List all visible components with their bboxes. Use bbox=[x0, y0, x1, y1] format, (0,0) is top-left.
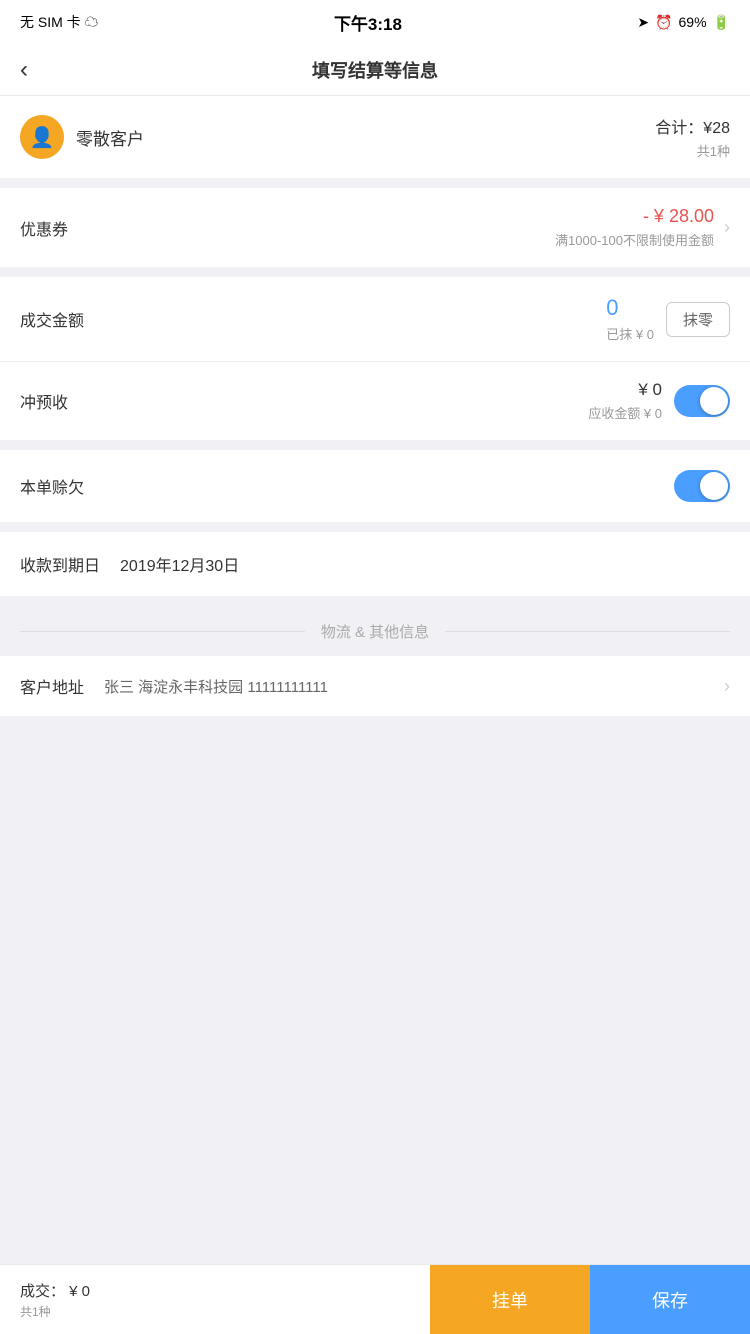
customer-info: 👤 零散客户 bbox=[20, 115, 144, 159]
customer-row: 👤 零散客户 合计：¥28 共1种 bbox=[0, 96, 750, 178]
alarm-icon: ⏰ bbox=[655, 14, 672, 31]
back-button[interactable]: ‹ bbox=[20, 56, 60, 84]
bottom-deal-label: 成交： ¥ 0 bbox=[20, 1280, 410, 1301]
deal-amount-right: 0 已抹 ¥ 0 抹零 bbox=[606, 295, 730, 343]
advance-payment-label: 冲预收 bbox=[20, 389, 68, 413]
status-right: ➤ ⏰ 69% 🔋 bbox=[637, 14, 730, 31]
save-button[interactable]: 保存 bbox=[590, 1265, 750, 1334]
nav-bar: ‹ 填写结算等信息 bbox=[0, 44, 750, 96]
logistics-label: 物流 & 其他信息 bbox=[305, 621, 445, 642]
coupon-row[interactable]: 优惠券 - ¥ 28.00 满1000-100不限制使用金额 › bbox=[0, 188, 750, 267]
advance-amount-block: ¥ 0 应收金额 ¥ 0 bbox=[588, 380, 662, 422]
deal-amount-value: 0 bbox=[606, 295, 654, 321]
hold-button[interactable]: 挂单 bbox=[430, 1265, 590, 1334]
debit-toggle-knob bbox=[700, 472, 728, 500]
address-section[interactable]: 客户地址 张三 海淀永丰科技园 11111111111 › bbox=[0, 656, 750, 716]
coupon-right: - ¥ 28.00 满1000-100不限制使用金额 › bbox=[555, 206, 730, 249]
debit-section: 本单赊欠 bbox=[0, 450, 750, 522]
deal-amount-sub: 已抹 ¥ 0 bbox=[606, 324, 654, 343]
page-title: 填写结算等信息 bbox=[312, 57, 438, 83]
duedate-section: 收款到期日 2019年12月30日 bbox=[0, 532, 750, 596]
bottom-bar: 成交： ¥ 0 共1种 挂单 保存 bbox=[0, 1264, 750, 1334]
debit-label: 本单赊欠 bbox=[20, 474, 84, 498]
customer-total-block: 合计：¥28 共1种 bbox=[655, 114, 730, 160]
coupon-subtext: 满1000-100不限制使用金额 bbox=[555, 230, 714, 249]
content-area: 👤 零散客户 合计：¥28 共1种 优惠券 - ¥ 28.00 满1000-10… bbox=[0, 96, 750, 806]
deal-amount-row: 成交金额 0 已抹 ¥ 0 抹零 bbox=[0, 277, 750, 362]
advance-payment-row: 冲预收 ¥ 0 应收金额 ¥ 0 bbox=[0, 362, 750, 440]
address-label: 客户地址 bbox=[20, 674, 84, 698]
coupon-section: 优惠券 - ¥ 28.00 满1000-100不限制使用金额 › bbox=[0, 188, 750, 267]
duedate-value: 2019年12月30日 bbox=[120, 552, 239, 576]
customer-total: 合计：¥28 bbox=[655, 114, 730, 138]
address-value: 张三 海淀永丰科技园 11111111111 bbox=[104, 676, 724, 697]
battery-icon: 🔋 bbox=[713, 14, 730, 31]
status-left: 无 SIM 卡 ☁ bbox=[20, 12, 99, 32]
advance-toggle[interactable] bbox=[674, 385, 730, 417]
address-chevron: › bbox=[724, 676, 730, 697]
advance-sub: 应收金额 ¥ 0 bbox=[588, 403, 662, 422]
customer-avatar: 👤 bbox=[20, 115, 64, 159]
coupon-chevron: › bbox=[724, 217, 730, 238]
bottom-info: 成交： ¥ 0 共1种 bbox=[0, 1265, 430, 1334]
deal-amount-label: 成交金额 bbox=[20, 307, 84, 331]
duedate-label: 收款到期日 bbox=[20, 552, 100, 576]
battery-level: 69% bbox=[679, 14, 707, 30]
location-icon: ➤ bbox=[637, 14, 649, 31]
logistics-divider: 物流 & 其他信息 bbox=[0, 606, 750, 656]
debit-toggle[interactable] bbox=[674, 470, 730, 502]
advance-toggle-knob bbox=[700, 387, 728, 415]
coupon-value: - ¥ 28.00 bbox=[555, 206, 714, 227]
advance-payment-right: ¥ 0 应收金额 ¥ 0 bbox=[588, 380, 730, 422]
deal-amount-block: 0 已抹 ¥ 0 bbox=[606, 295, 654, 343]
avatar-icon: 👤 bbox=[30, 125, 55, 150]
status-time: 下午3:18 bbox=[334, 10, 402, 35]
advance-amount: ¥ 0 bbox=[588, 380, 662, 400]
status-bar: 无 SIM 卡 ☁ 下午3:18 ➤ ⏰ 69% 🔋 bbox=[0, 0, 750, 44]
deal-section: 成交金额 0 已抹 ¥ 0 抹零 冲预收 ¥ 0 应收金额 ¥ 0 bbox=[0, 277, 750, 440]
customer-count: 共1种 bbox=[655, 141, 730, 160]
customer-name: 零散客户 bbox=[76, 125, 144, 150]
coupon-value-block: - ¥ 28.00 满1000-100不限制使用金额 bbox=[555, 206, 714, 249]
bottom-count-label: 共1种 bbox=[20, 1303, 410, 1320]
sim-label: 无 SIM 卡 ☁ bbox=[20, 12, 99, 32]
coupon-label: 优惠券 bbox=[20, 216, 68, 240]
round-zero-button[interactable]: 抹零 bbox=[666, 302, 730, 337]
